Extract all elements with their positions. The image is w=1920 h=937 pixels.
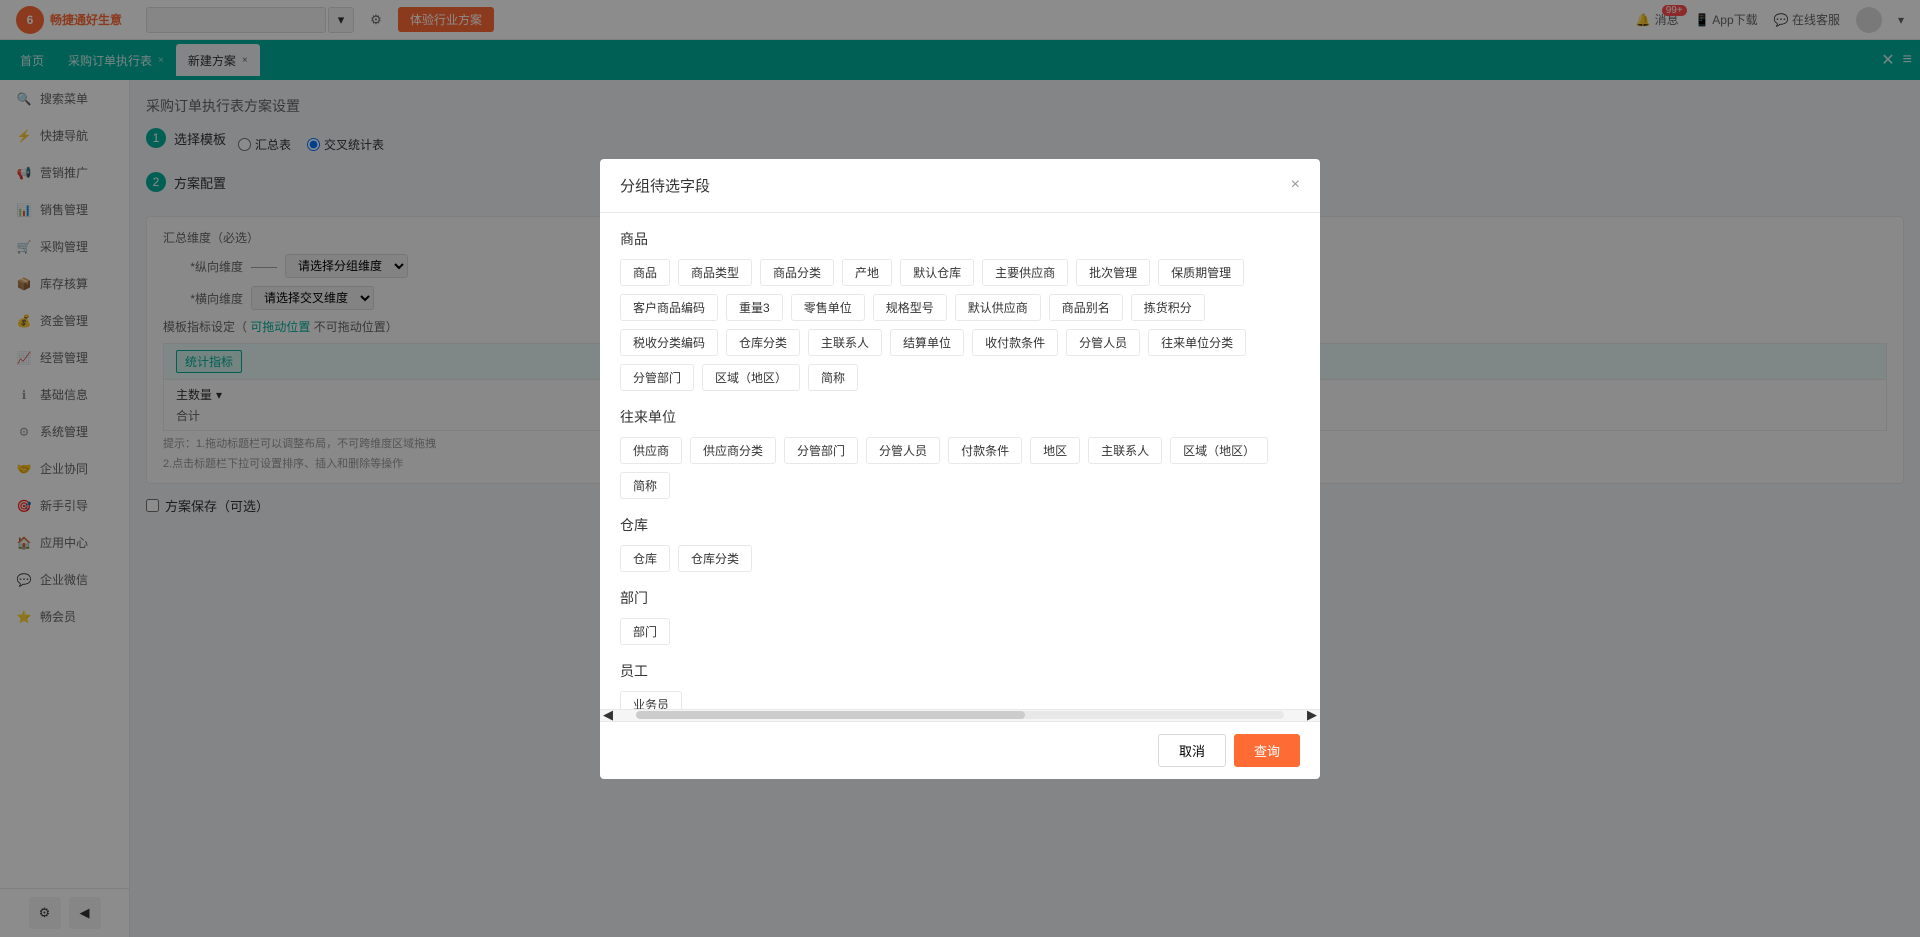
section-dept-fields: 部门	[620, 618, 1300, 645]
section-partner-title: 往来单位	[620, 407, 1300, 427]
field-warehouse[interactable]: 仓库	[620, 545, 670, 572]
field-payment-terms[interactable]: 收付款条件	[972, 329, 1058, 356]
section-product-title: 商品	[620, 229, 1300, 249]
modal-title: 分组待选字段	[620, 175, 710, 196]
field-warehouse-category[interactable]: 仓库分类	[726, 329, 800, 356]
field-origin[interactable]: 产地	[842, 259, 892, 286]
field-product-alias[interactable]: 商品别名	[1049, 294, 1123, 321]
field-default-supplier[interactable]: 默认供应商	[955, 294, 1041, 321]
field-expiry-mgmt[interactable]: 保质期管理	[1158, 259, 1244, 286]
field-product-type[interactable]: 商品类型	[678, 259, 752, 286]
section-employee-fields: 业务员	[620, 691, 1300, 709]
field-partner-contact[interactable]: 主联系人	[1088, 437, 1162, 464]
field-tax-code[interactable]: 税收分类编码	[620, 329, 718, 356]
modal-footer: 取消 查询	[600, 721, 1320, 779]
field-partner-person[interactable]: 分管人员	[866, 437, 940, 464]
field-partner-dept[interactable]: 分管部门	[784, 437, 858, 464]
field-partner-category[interactable]: 往来单位分类	[1148, 329, 1246, 356]
section-warehouse-title: 仓库	[620, 515, 1300, 535]
field-dept-in-charge[interactable]: 分管部门	[620, 364, 694, 391]
field-supervisor[interactable]: 分管人员	[1066, 329, 1140, 356]
field-partner-abbr[interactable]: 简称	[620, 472, 670, 499]
section-product-fields: 商品 商品类型 商品分类 产地 默认仓库 主要供应商 批次管理 保质期管理 客户…	[620, 259, 1300, 391]
field-retail-unit[interactable]: 零售单位	[791, 294, 865, 321]
field-salesperson[interactable]: 业务员	[620, 691, 682, 709]
section-dept-title: 部门	[620, 588, 1300, 608]
field-dept[interactable]: 部门	[620, 618, 670, 645]
field-warehouse-cat[interactable]: 仓库分类	[678, 545, 752, 572]
modal-body: 商品 商品 商品类型 商品分类 产地 默认仓库 主要供应商 批次管理 保质期管理…	[600, 213, 1320, 709]
modal-header: 分组待选字段 ×	[600, 159, 1320, 213]
cancel-button[interactable]: 取消	[1158, 734, 1226, 767]
field-default-warehouse[interactable]: 默认仓库	[900, 259, 974, 286]
field-product-category[interactable]: 商品分类	[760, 259, 834, 286]
confirm-button[interactable]: 查询	[1234, 734, 1300, 767]
field-supplier-category[interactable]: 供应商分类	[690, 437, 776, 464]
hscroll-left[interactable]: ◀	[600, 707, 616, 723]
hscroll-thumb[interactable]	[636, 711, 1025, 719]
hscroll-track	[636, 711, 1284, 719]
field-main-contact[interactable]: 主联系人	[808, 329, 882, 356]
field-spec-model[interactable]: 规格型号	[873, 294, 947, 321]
modal-hscrollbar[interactable]: ◀ ▶	[600, 709, 1320, 721]
field-settlement-unit[interactable]: 结算单位	[890, 329, 964, 356]
field-region-product[interactable]: 区域（地区）	[702, 364, 800, 391]
field-customer-code[interactable]: 客户商品编码	[620, 294, 718, 321]
modal-close-button[interactable]: ×	[1291, 176, 1300, 194]
hscroll-right[interactable]: ▶	[1304, 707, 1320, 723]
field-batch-mgmt[interactable]: 批次管理	[1076, 259, 1150, 286]
field-area[interactable]: 地区	[1030, 437, 1080, 464]
field-main-supplier[interactable]: 主要供应商	[982, 259, 1068, 286]
field-partner-region[interactable]: 区域（地区）	[1170, 437, 1268, 464]
section-warehouse-fields: 仓库 仓库分类	[620, 545, 1300, 572]
modal: 分组待选字段 × 商品 商品 商品类型 商品分类 产地 默认仓库 主要供应商 批…	[600, 159, 1320, 779]
modal-overlay: 分组待选字段 × 商品 商品 商品类型 商品分类 产地 默认仓库 主要供应商 批…	[0, 0, 1920, 937]
field-abbr-product[interactable]: 简称	[808, 364, 858, 391]
field-weight3[interactable]: 重量3	[726, 294, 783, 321]
field-pay-condition[interactable]: 付款条件	[948, 437, 1022, 464]
section-employee-title: 员工	[620, 661, 1300, 681]
field-pick-points[interactable]: 拣货积分	[1131, 294, 1205, 321]
section-partner-fields: 供应商 供应商分类 分管部门 分管人员 付款条件 地区 主联系人 区域（地区） …	[620, 437, 1300, 499]
field-product[interactable]: 商品	[620, 259, 670, 286]
field-supplier[interactable]: 供应商	[620, 437, 682, 464]
